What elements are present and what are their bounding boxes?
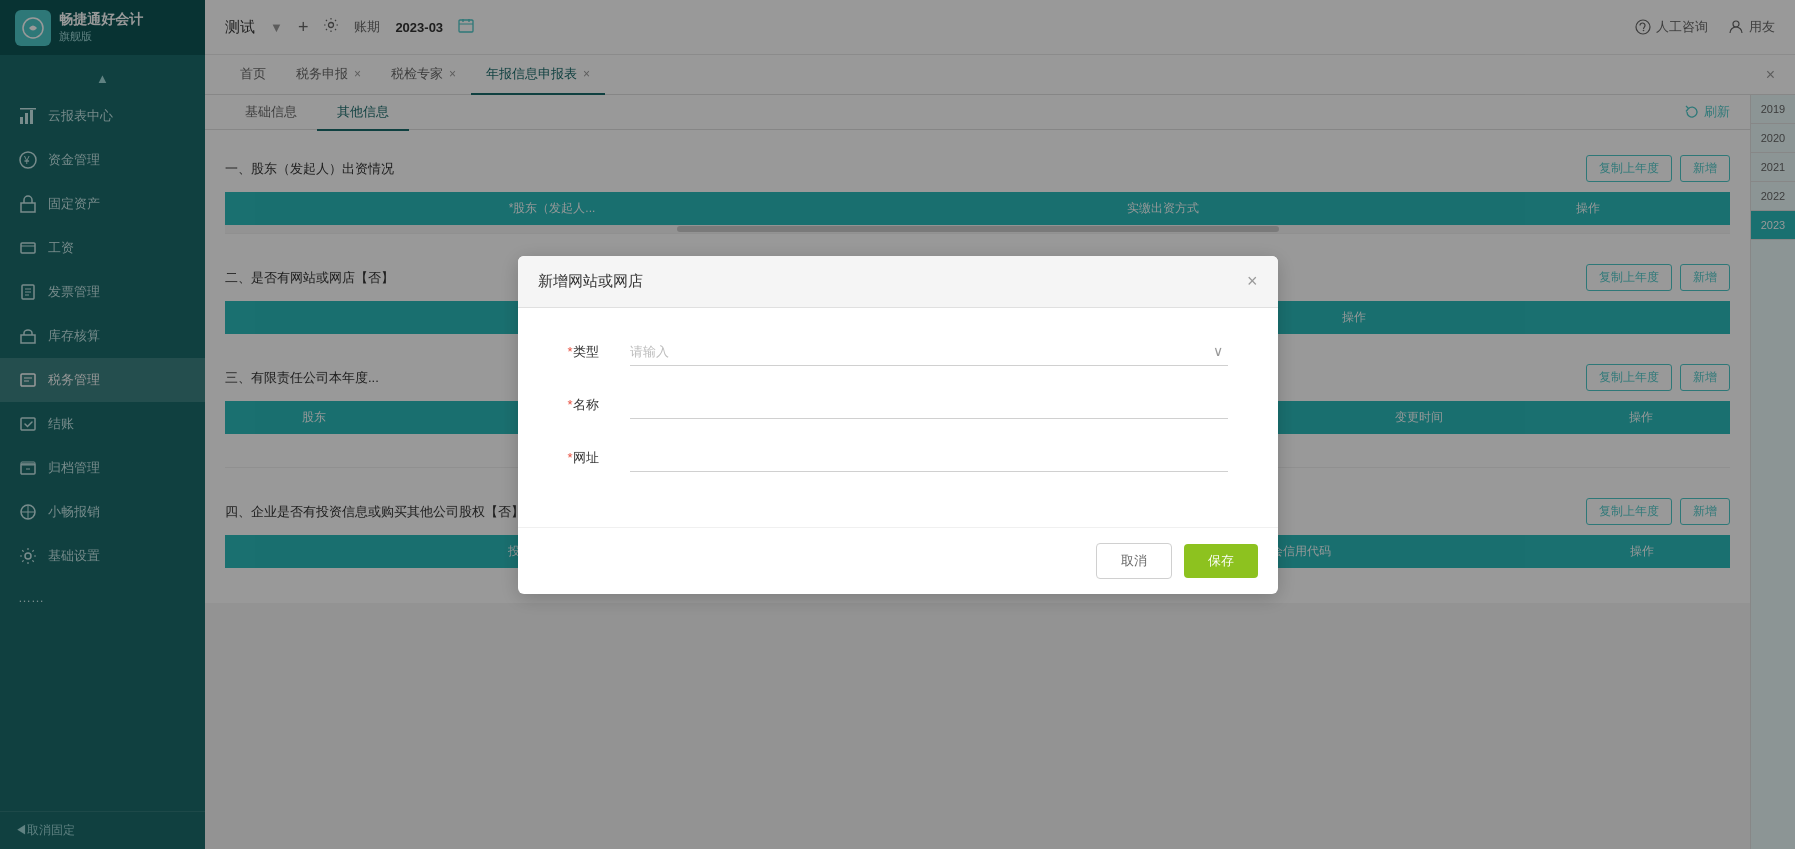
name-label-text: 名称 — [573, 397, 599, 412]
modal-footer: 取消 保存 — [518, 527, 1278, 594]
type-input[interactable] — [630, 344, 1228, 359]
form-row-type: *类型 ∨ — [568, 338, 1228, 366]
type-input-wrap: ∨ — [630, 338, 1228, 366]
name-input-wrap — [630, 391, 1228, 419]
modal-title: 新增网站或网店 — [538, 272, 643, 291]
add-website-modal: 新增网站或网店 × *类型 ∨ *名称 — [518, 256, 1278, 594]
url-input-wrap — [630, 444, 1228, 472]
type-label: *类型 — [568, 343, 618, 361]
name-label: *名称 — [568, 396, 618, 414]
modal-body: *类型 ∨ *名称 *网址 — [518, 308, 1278, 527]
type-dropdown-arrow[interactable]: ∨ — [1213, 343, 1223, 359]
name-input[interactable] — [630, 397, 1228, 412]
cancel-button[interactable]: 取消 — [1096, 543, 1172, 579]
url-input[interactable] — [630, 450, 1228, 465]
form-row-name: *名称 — [568, 391, 1228, 419]
modal-header: 新增网站或网店 × — [518, 256, 1278, 308]
url-label-text: 网址 — [573, 450, 599, 465]
form-row-url: *网址 — [568, 444, 1228, 472]
type-label-text: 类型 — [573, 344, 599, 359]
modal-close-btn[interactable]: × — [1247, 271, 1258, 292]
url-label: *网址 — [568, 449, 618, 467]
save-button[interactable]: 保存 — [1184, 544, 1258, 578]
modal-overlay: 新增网站或网店 × *类型 ∨ *名称 — [0, 0, 1795, 849]
